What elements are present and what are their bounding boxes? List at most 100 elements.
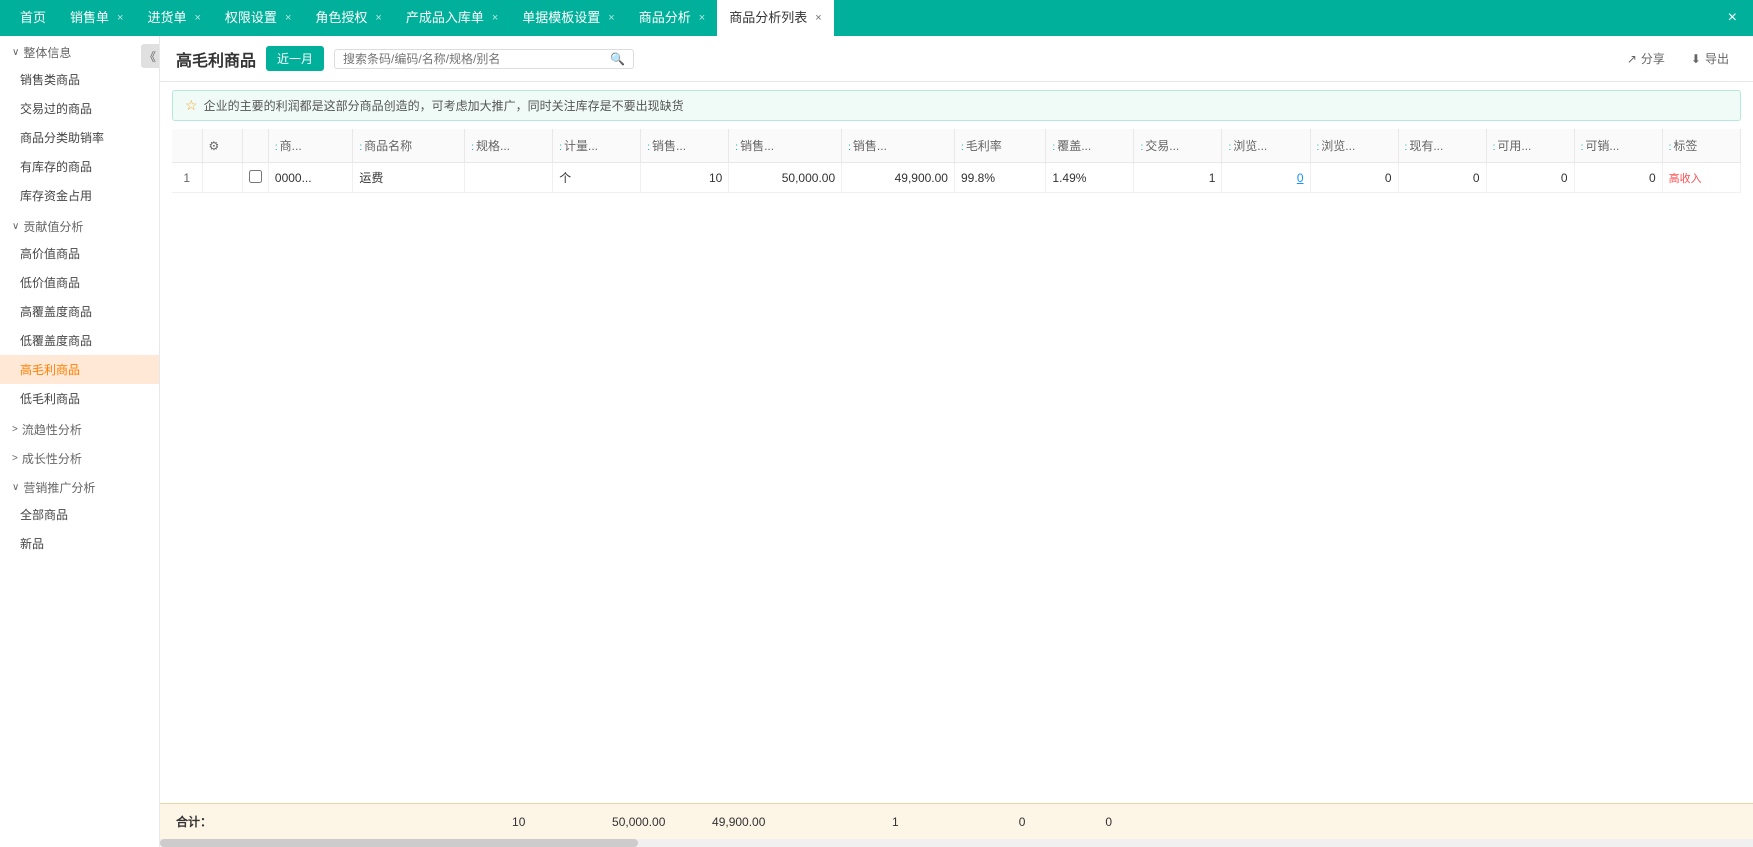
th-sales_amount[interactable]: :销售...: [729, 129, 842, 163]
sidebar-item-库存资金占用[interactable]: 库存资金占用: [0, 181, 159, 210]
scrollbar-thumb: [160, 839, 638, 847]
th-name[interactable]: :商品名称: [353, 129, 465, 163]
th-sales_cost[interactable]: :销售...: [842, 129, 955, 163]
nav-close-icon[interactable]: ×: [815, 0, 821, 36]
sidebar-group-成长性分析[interactable]: >成长性分析: [0, 442, 159, 471]
th-settings: ⚙: [202, 129, 242, 163]
sort-icon: :: [1052, 142, 1055, 153]
summary-label: 合计：: [176, 813, 212, 830]
cell-views2: 0: [1310, 163, 1398, 193]
nav-item-角色授权[interactable]: 角色授权×: [303, 0, 393, 36]
export-button[interactable]: ⬇ 导出: [1683, 47, 1737, 70]
th-available_stock[interactable]: :可用...: [1486, 129, 1574, 163]
nav-close-icon[interactable]: ×: [492, 0, 498, 36]
nav-item-单据模板设置[interactable]: 单据模板设置×: [510, 0, 626, 36]
nav-close-icon[interactable]: ×: [194, 0, 200, 36]
cell-spec: [465, 163, 553, 193]
sidebar-item-销售类商品[interactable]: 销售类商品: [0, 65, 159, 94]
sidebar: 《 ∨整体信息销售类商品交易过的商品商品分类助销率有库存的商品库存资金占用∨贡献…: [0, 36, 160, 847]
group-arrow-icon: >: [12, 424, 18, 435]
header-actions: ↗ 分享 ⬇ 导出: [1619, 47, 1737, 70]
table-container[interactable]: ⚙:商...:商品名称:规格...:计量...:销售...:销售...:销售..…: [160, 129, 1753, 803]
sidebar-item-低毛利商品[interactable]: 低毛利商品: [0, 384, 159, 413]
th-num: [172, 129, 202, 163]
nav-item-首页[interactable]: 首页: [8, 0, 58, 36]
th-code[interactable]: :商...: [268, 129, 352, 163]
content-header: 高毛利商品 近一月 🔍 ↗ 分享 ⬇ 导出: [160, 36, 1753, 82]
nav-item-进货单[interactable]: 进货单×: [135, 0, 212, 36]
sidebar-collapse-button[interactable]: 《: [141, 44, 159, 68]
bottom-scrollbar[interactable]: [160, 839, 1753, 847]
cell-name: 运费: [353, 163, 465, 193]
nav-close-icon[interactable]: ×: [285, 0, 291, 36]
sort-icon: :: [1228, 142, 1231, 153]
row-checkbox[interactable]: [249, 170, 262, 183]
nav-item-商品分析[interactable]: 商品分析×: [627, 0, 717, 36]
cell-code: 0000...: [268, 163, 352, 193]
nav-close-icon[interactable]: ×: [699, 0, 705, 36]
nav-item-产成品入库单[interactable]: 产成品入库单×: [394, 0, 510, 36]
nav-close-icon[interactable]: ×: [608, 0, 614, 36]
sort-icon: :: [1317, 142, 1320, 153]
th-tag[interactable]: :标签: [1662, 129, 1740, 163]
search-input[interactable]: [343, 52, 604, 66]
nav-close-icon[interactable]: ×: [375, 0, 381, 36]
sidebar-item-全部商品[interactable]: 全部商品: [0, 500, 159, 529]
sidebar-item-交易过的商品[interactable]: 交易过的商品: [0, 94, 159, 123]
th-unit[interactable]: :计量...: [553, 129, 641, 163]
th-sales_qty[interactable]: :销售...: [641, 129, 729, 163]
th-current_stock[interactable]: :现有...: [1398, 129, 1486, 163]
sidebar-item-低价值商品[interactable]: 低价值商品: [0, 268, 159, 297]
sidebar-item-商品分类助销率[interactable]: 商品分类助销率: [0, 123, 159, 152]
group-title-label: 成长性分析: [22, 450, 82, 467]
summary-sales-amount: 50,000.00: [612, 815, 692, 829]
filter-recent-month-button[interactable]: 近一月: [266, 46, 324, 71]
tag-badge: 高收入: [1669, 173, 1702, 185]
top-nav: 首页销售单×进货单×权限设置×角色授权×产成品入库单×单据模板设置×商品分析×商…: [0, 0, 1753, 36]
views1-link[interactable]: 0: [1297, 171, 1304, 185]
sidebar-group-整体信息[interactable]: ∨整体信息: [0, 36, 159, 65]
sidebar-item-高价值商品[interactable]: 高价值商品: [0, 239, 159, 268]
th-views2[interactable]: :浏览...: [1310, 129, 1398, 163]
sort-icon: :: [471, 142, 474, 153]
cell-sellable_stock: 0: [1574, 163, 1662, 193]
export-icon: ⬇: [1691, 52, 1701, 66]
cell-sales_qty: 10: [641, 163, 729, 193]
th-trade[interactable]: :交易...: [1134, 129, 1222, 163]
nav-item-商品分析列表[interactable]: 商品分析列表×: [717, 0, 833, 36]
group-title-label: 整体信息: [23, 44, 71, 61]
window-close-button[interactable]: ×: [1720, 9, 1745, 27]
nav-item-权限设置[interactable]: 权限设置×: [213, 0, 303, 36]
cell-settings[interactable]: [202, 163, 242, 193]
nav-item-销售单[interactable]: 销售单×: [58, 0, 135, 36]
group-title-label: 贡献值分析: [23, 218, 83, 235]
content-area: 高毛利商品 近一月 🔍 ↗ 分享 ⬇ 导出 ☆ 企业的主要的利润都是这部分商品创…: [160, 36, 1753, 847]
sort-icon: :: [1493, 142, 1496, 153]
cell-available_stock: 0: [1486, 163, 1574, 193]
sort-icon: :: [647, 142, 650, 153]
search-box: 🔍: [334, 49, 634, 69]
summary-sales-qty: 10: [512, 815, 592, 829]
sidebar-group-流趋性分析[interactable]: > 流趋性分析: [0, 413, 159, 442]
th-gross_margin[interactable]: :毛利率: [954, 129, 1045, 163]
th-coverage[interactable]: :覆盖...: [1046, 129, 1134, 163]
sidebar-item-高毛利商品[interactable]: 高毛利商品: [0, 355, 159, 384]
nav-close-icon[interactable]: ×: [117, 0, 123, 36]
sidebar-group-贡献值分析[interactable]: ∨贡献值分析: [0, 210, 159, 239]
sidebar-item-高覆盖度商品[interactable]: 高覆盖度商品: [0, 297, 159, 326]
th-sellable_stock[interactable]: :可销...: [1574, 129, 1662, 163]
sidebar-item-有库存的商品[interactable]: 有库存的商品: [0, 152, 159, 181]
th-views1[interactable]: :浏览...: [1222, 129, 1310, 163]
sidebar-group-营销推广分析[interactable]: ∨营销推广分析: [0, 471, 159, 500]
share-label: 分享: [1641, 50, 1665, 67]
search-icon[interactable]: 🔍: [610, 52, 625, 66]
sort-icon: :: [359, 142, 362, 153]
group-title-label: 流趋性分析: [22, 421, 82, 438]
sidebar-item-新品[interactable]: 新品: [0, 529, 159, 558]
cell-checkbox[interactable]: [242, 163, 268, 193]
share-button[interactable]: ↗ 分享: [1619, 47, 1673, 70]
group-arrow-icon: ∨: [12, 482, 19, 493]
th-spec[interactable]: :规格...: [465, 129, 553, 163]
sidebar-item-低覆盖度商品[interactable]: 低覆盖度商品: [0, 326, 159, 355]
cell-coverage: 1.49%: [1046, 163, 1134, 193]
